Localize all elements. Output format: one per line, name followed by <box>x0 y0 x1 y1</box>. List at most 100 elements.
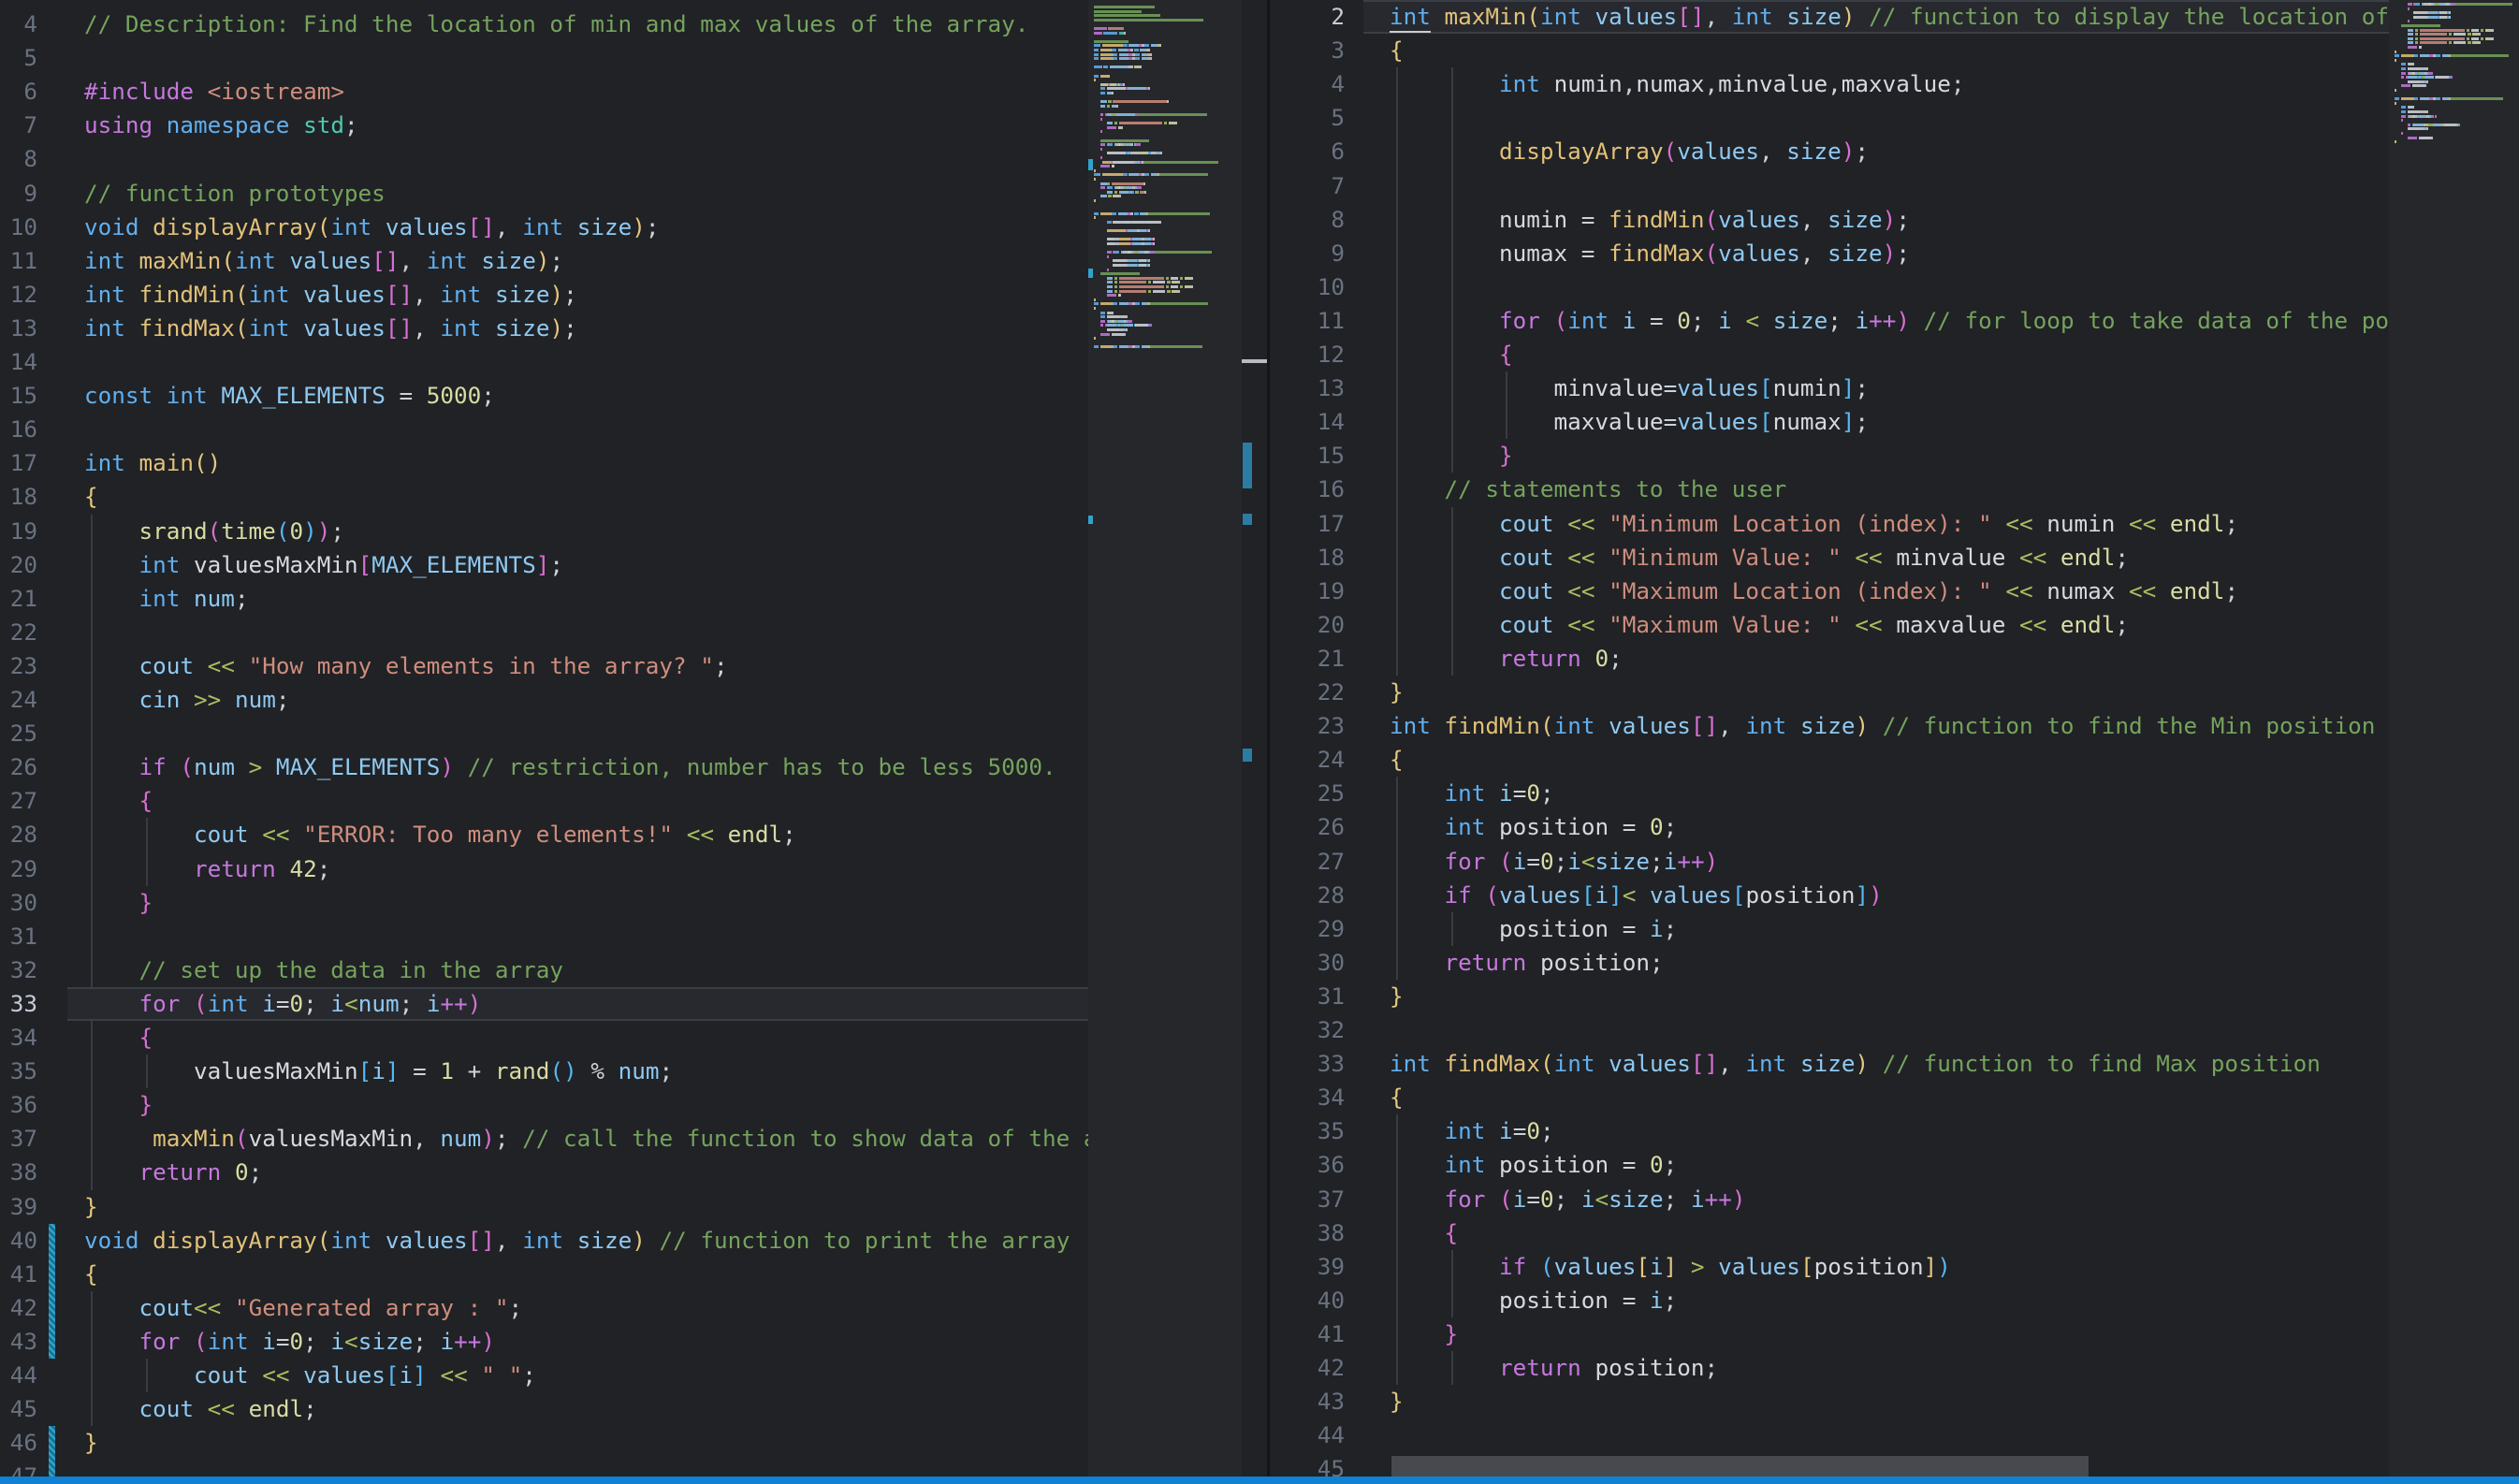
line-number[interactable]: 43 <box>0 1325 37 1360</box>
code-line[interactable]: } <box>84 886 153 921</box>
line-number[interactable]: 33 <box>1301 1047 1345 1082</box>
line-number[interactable]: 38 <box>1301 1216 1345 1251</box>
line-number[interactable]: 36 <box>0 1088 37 1123</box>
code-line[interactable]: int maxMin(int values[], int size); <box>84 244 563 279</box>
code-line[interactable]: } <box>1390 980 1404 1014</box>
code-line[interactable]: if (values[i] > values[position]) <box>1390 1250 1951 1285</box>
code-line[interactable]: int main() <box>84 446 221 481</box>
line-number[interactable]: 29 <box>0 852 37 887</box>
line-number[interactable]: 6 <box>1301 135 1345 169</box>
code-line[interactable]: minvalue=values[numin]; <box>1390 371 1869 406</box>
line-number[interactable]: 30 <box>1301 946 1345 981</box>
line-number[interactable]: 29 <box>1301 912 1345 947</box>
line-number[interactable]: 17 <box>1301 507 1345 542</box>
line-number[interactable]: 31 <box>0 920 37 954</box>
line-number[interactable]: 2 <box>1301 0 1345 35</box>
line-number[interactable]: 8 <box>0 142 37 177</box>
code-line[interactable]: int findMin(int values[], int size) // f… <box>1390 709 2375 744</box>
line-number[interactable]: 43 <box>1301 1385 1345 1419</box>
line-number[interactable]: 15 <box>1301 439 1345 473</box>
line-number[interactable]: 34 <box>1301 1081 1345 1115</box>
code-line[interactable]: cin >> num; <box>84 683 289 718</box>
code-line[interactable]: int findMin(int values[], int size); <box>84 278 577 313</box>
code-line[interactable]: cout << "Maximum Location (index): " << … <box>1390 575 2238 609</box>
line-number[interactable]: 4 <box>0 7 37 42</box>
code-line[interactable]: // Description: Find the location of min… <box>84 7 1028 42</box>
line-number[interactable]: 26 <box>1301 810 1345 845</box>
code-line[interactable]: cout << values[i] << " "; <box>84 1359 536 1393</box>
line-number[interactable]: 44 <box>1301 1419 1345 1453</box>
code-line[interactable]: } <box>1390 439 1513 473</box>
code-line[interactable]: } <box>1390 1385 1404 1419</box>
code-line[interactable]: cout << "How many elements in the array?… <box>84 649 728 684</box>
code-line[interactable]: cout << "ERROR: Too many elements!" << e… <box>84 818 796 852</box>
code-line[interactable]: #include <iostream> <box>84 75 344 109</box>
code-line[interactable]: int position = 0; <box>1390 1148 1677 1183</box>
code-line[interactable]: for (int i=0; i<size; i++) <box>84 1325 495 1360</box>
code-line[interactable]: using namespace std; <box>84 109 358 143</box>
line-number[interactable]: 18 <box>1301 541 1345 575</box>
line-number[interactable]: 44 <box>0 1359 37 1393</box>
code-line[interactable]: } <box>84 1088 153 1123</box>
code-line[interactable]: maxvalue=values[numax]; <box>1390 405 1869 440</box>
line-number[interactable]: 31 <box>1301 980 1345 1014</box>
code-line[interactable]: { <box>84 480 98 515</box>
code-line[interactable]: int findMax(int values[], int size); <box>84 312 577 346</box>
code-line[interactable]: { <box>1390 743 1404 778</box>
code-line[interactable]: srand(time(0)); <box>84 515 344 549</box>
line-number[interactable]: 32 <box>0 953 37 988</box>
code-line[interactable]: // function prototypes <box>84 177 386 211</box>
code-line[interactable]: if (values[i]< values[position]) <box>1390 879 1883 913</box>
line-number[interactable]: 11 <box>0 244 37 279</box>
code-line[interactable]: for (int i = 0; i < size; i++) // for lo… <box>1390 304 2389 339</box>
horizontal-scrollbar-thumb[interactable] <box>1391 1456 2089 1477</box>
line-number[interactable]: 9 <box>1301 237 1345 271</box>
code-line[interactable]: { <box>84 1258 98 1292</box>
line-number[interactable]: 35 <box>0 1055 37 1089</box>
line-number[interactable]: 19 <box>0 515 37 549</box>
code-line[interactable]: cout << endl; <box>84 1392 317 1427</box>
line-number[interactable]: 41 <box>1301 1317 1345 1352</box>
line-number[interactable]: 21 <box>0 582 37 617</box>
left-editor-pane[interactable]: 4 // Description: Find the location of mi… <box>0 0 1088 1484</box>
code-line[interactable]: return position; <box>1390 946 1664 981</box>
line-number[interactable]: 18 <box>0 480 37 515</box>
line-number[interactable]: 15 <box>0 379 37 414</box>
code-line[interactable]: position = i; <box>1390 912 1677 947</box>
code-line[interactable]: valuesMaxMin[i] = 1 + rand() % num; <box>84 1055 673 1089</box>
line-number[interactable]: 3 <box>1301 34 1345 68</box>
code-line[interactable]: for (i=0;i<size;i++) <box>1390 845 1718 880</box>
line-number[interactable]: 20 <box>1301 608 1345 643</box>
code-line[interactable]: numax = findMax(values, size); <box>1390 237 1910 271</box>
code-line[interactable]: { <box>1390 338 1513 372</box>
line-number[interactable]: 28 <box>0 818 37 852</box>
line-number[interactable]: 13 <box>1301 371 1345 406</box>
line-number[interactable]: 12 <box>0 278 37 313</box>
line-number[interactable]: 17 <box>0 446 37 481</box>
line-number[interactable]: 36 <box>1301 1148 1345 1183</box>
code-line[interactable]: int i=0; <box>1390 777 1554 811</box>
code-line[interactable]: { <box>1390 34 1404 68</box>
code-line[interactable]: } <box>1390 676 1404 710</box>
code-line[interactable]: } <box>84 1190 98 1225</box>
line-number[interactable]: 7 <box>0 109 37 143</box>
line-number[interactable]: 32 <box>1301 1013 1345 1048</box>
line-number[interactable]: 35 <box>1301 1114 1345 1149</box>
line-number[interactable]: 12 <box>1301 338 1345 372</box>
line-number[interactable]: 16 <box>1301 473 1345 507</box>
code-line[interactable]: const int MAX_ELEMENTS = 5000; <box>84 379 495 414</box>
code-line[interactable]: for (int i=0; i<num; i++) <box>84 987 481 1022</box>
line-number[interactable]: 8 <box>1301 203 1345 238</box>
line-number[interactable]: 30 <box>0 886 37 921</box>
line-number[interactable]: 25 <box>0 717 37 751</box>
code-line[interactable]: numin = findMin(values, size); <box>1390 203 1910 238</box>
code-line[interactable]: // statements to the user <box>1390 473 1786 507</box>
code-line[interactable]: displayArray(values, size); <box>1390 135 1869 169</box>
code-line[interactable]: cout<< "Generated array : "; <box>84 1291 522 1326</box>
line-number[interactable]: 14 <box>0 345 37 380</box>
code-line[interactable]: int valuesMaxMin[MAX_ELEMENTS]; <box>84 548 563 583</box>
line-number[interactable]: 4 <box>1301 67 1345 102</box>
code-line[interactable]: maxMin(valuesMaxMin, num); // call the f… <box>84 1122 1088 1157</box>
line-number[interactable]: 5 <box>1301 101 1345 136</box>
code-line[interactable]: return 42; <box>84 852 330 887</box>
